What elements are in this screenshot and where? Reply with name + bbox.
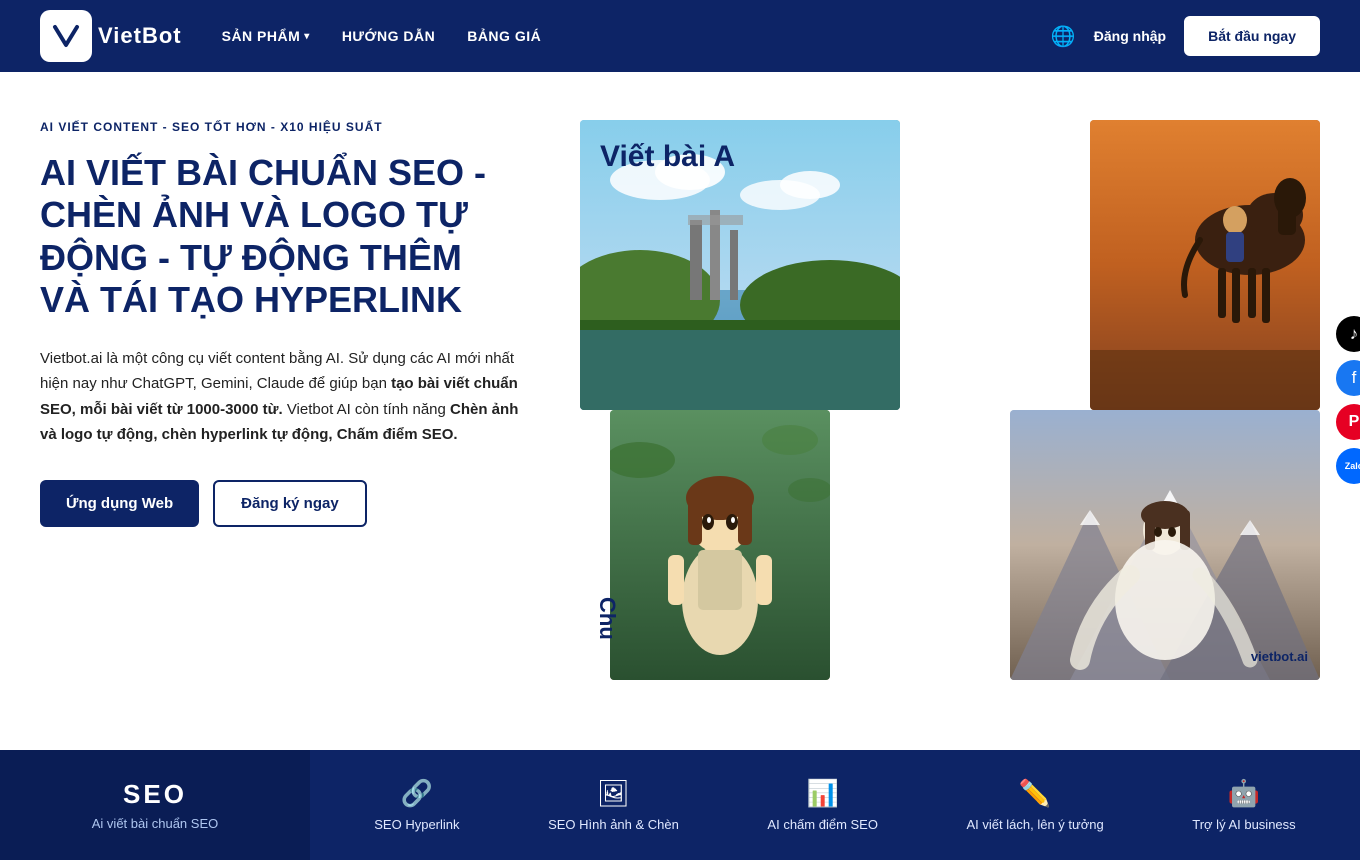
feature-writing[interactable]: ✏️ AI viết lách, lên ý tưởng: [967, 778, 1104, 832]
mosaic-image-woman-white: [1010, 410, 1320, 680]
hero-description: Vietbot.ai là một công cụ viết content b…: [40, 346, 520, 448]
hero-tag: AI VIẾT CONTENT - SEO TỐT HƠN - X10 HIỆU…: [40, 120, 520, 134]
image-icon: 🖼: [597, 778, 630, 809]
feature-seo-score[interactable]: 📊 AI chấm điểm SEO: [767, 778, 878, 832]
feature-seo-score-label: AI chấm điểm SEO: [767, 817, 878, 832]
logo[interactable]: VietBot: [40, 10, 182, 62]
seo-label: Ai viết bài chuẩn SEO: [92, 816, 218, 831]
nav-huong-dan[interactable]: HƯỚNG DẪN: [342, 28, 435, 44]
zalo-button[interactable]: Zalo: [1336, 448, 1360, 484]
chart-icon: 📊: [807, 778, 839, 809]
tiktok-button[interactable]: ♪: [1336, 316, 1360, 352]
pinterest-button[interactable]: P: [1336, 404, 1360, 440]
mosaic-chu: Chu: [594, 597, 620, 640]
nav-san-pham[interactable]: SẢN PHẨM ▾: [222, 28, 310, 44]
robot-icon: 🤖: [1228, 778, 1260, 809]
pen-icon: ✏️: [1019, 778, 1051, 809]
mosaic-image-woman-horse: [1090, 120, 1320, 410]
cta-button[interactable]: Bắt đầu ngay: [1184, 16, 1320, 56]
bottom-strip: SEO Ai viết bài chuẩn SEO 🔗 SEO Hyperlin…: [0, 750, 1360, 860]
hero-title: AI VIẾT BÀI CHUẨN SEO - CHÈN ẢNH VÀ LOGO…: [40, 152, 520, 322]
register-button[interactable]: Đăng ký ngay: [213, 480, 367, 527]
feature-ai-business-label: Trợ lý AI business: [1192, 817, 1295, 832]
nav-links: SẢN PHẨM ▾ HƯỚNG DẪN BẢNG GIÁ: [222, 28, 1051, 44]
hero-mosaic: Viết bài A: [580, 120, 1320, 680]
feature-ai-business[interactable]: 🤖 Trợ lý AI business: [1192, 778, 1295, 832]
mosaic-image-anime-girl: [610, 410, 830, 680]
navbar: VietBot SẢN PHẨM ▾ HƯỚNG DẪN BẢNG GIÁ 🌐 …: [0, 0, 1360, 72]
seo-badge: SEO: [123, 779, 187, 810]
strip-seo: SEO Ai viết bài chuẩn SEO: [0, 750, 310, 860]
mosaic-label: Viết bài A: [600, 140, 735, 174]
strip-features: 🔗 SEO Hyperlink 🖼 SEO Hình ảnh & Chèn 📊 …: [310, 750, 1360, 860]
hero-right: Viết bài A: [580, 120, 1320, 680]
facebook-button[interactable]: f: [1336, 360, 1360, 396]
feature-image[interactable]: 🖼 SEO Hình ảnh & Chèn: [548, 778, 679, 832]
feature-writing-label: AI viết lách, lên ý tưởng: [967, 817, 1104, 832]
hero-section: AI VIẾT CONTENT - SEO TỐT HƠN - X10 HIỆU…: [0, 72, 1360, 720]
hero-left: AI VIẾT CONTENT - SEO TỐT HƠN - X10 HIỆU…: [40, 120, 520, 527]
feature-hyperlink-label: SEO Hyperlink: [374, 817, 459, 832]
mosaic-watermark: vietbot.ai: [1251, 649, 1308, 664]
feature-hyperlink[interactable]: 🔗 SEO Hyperlink: [374, 778, 459, 832]
logo-icon: [40, 10, 92, 62]
logo-text: VietBot: [98, 23, 182, 49]
hero-buttons: Ứng dụng Web Đăng ký ngay: [40, 480, 520, 527]
globe-icon[interactable]: 🌐: [1051, 24, 1076, 49]
web-app-button[interactable]: Ứng dụng Web: [40, 480, 199, 527]
hyperlink-icon: 🔗: [401, 778, 433, 809]
chevron-down-icon: ▾: [304, 31, 310, 42]
nav-right: 🌐 Đăng nhập Bắt đầu ngay: [1051, 16, 1320, 56]
social-sidebar: ♪ f P Zalo: [1336, 316, 1360, 484]
nav-bang-gia[interactable]: BẢNG GIÁ: [467, 28, 541, 44]
login-button[interactable]: Đăng nhập: [1094, 28, 1166, 44]
desc-mid: Vietbot AI còn tính năng: [283, 401, 450, 418]
feature-image-label: SEO Hình ảnh & Chèn: [548, 817, 679, 832]
